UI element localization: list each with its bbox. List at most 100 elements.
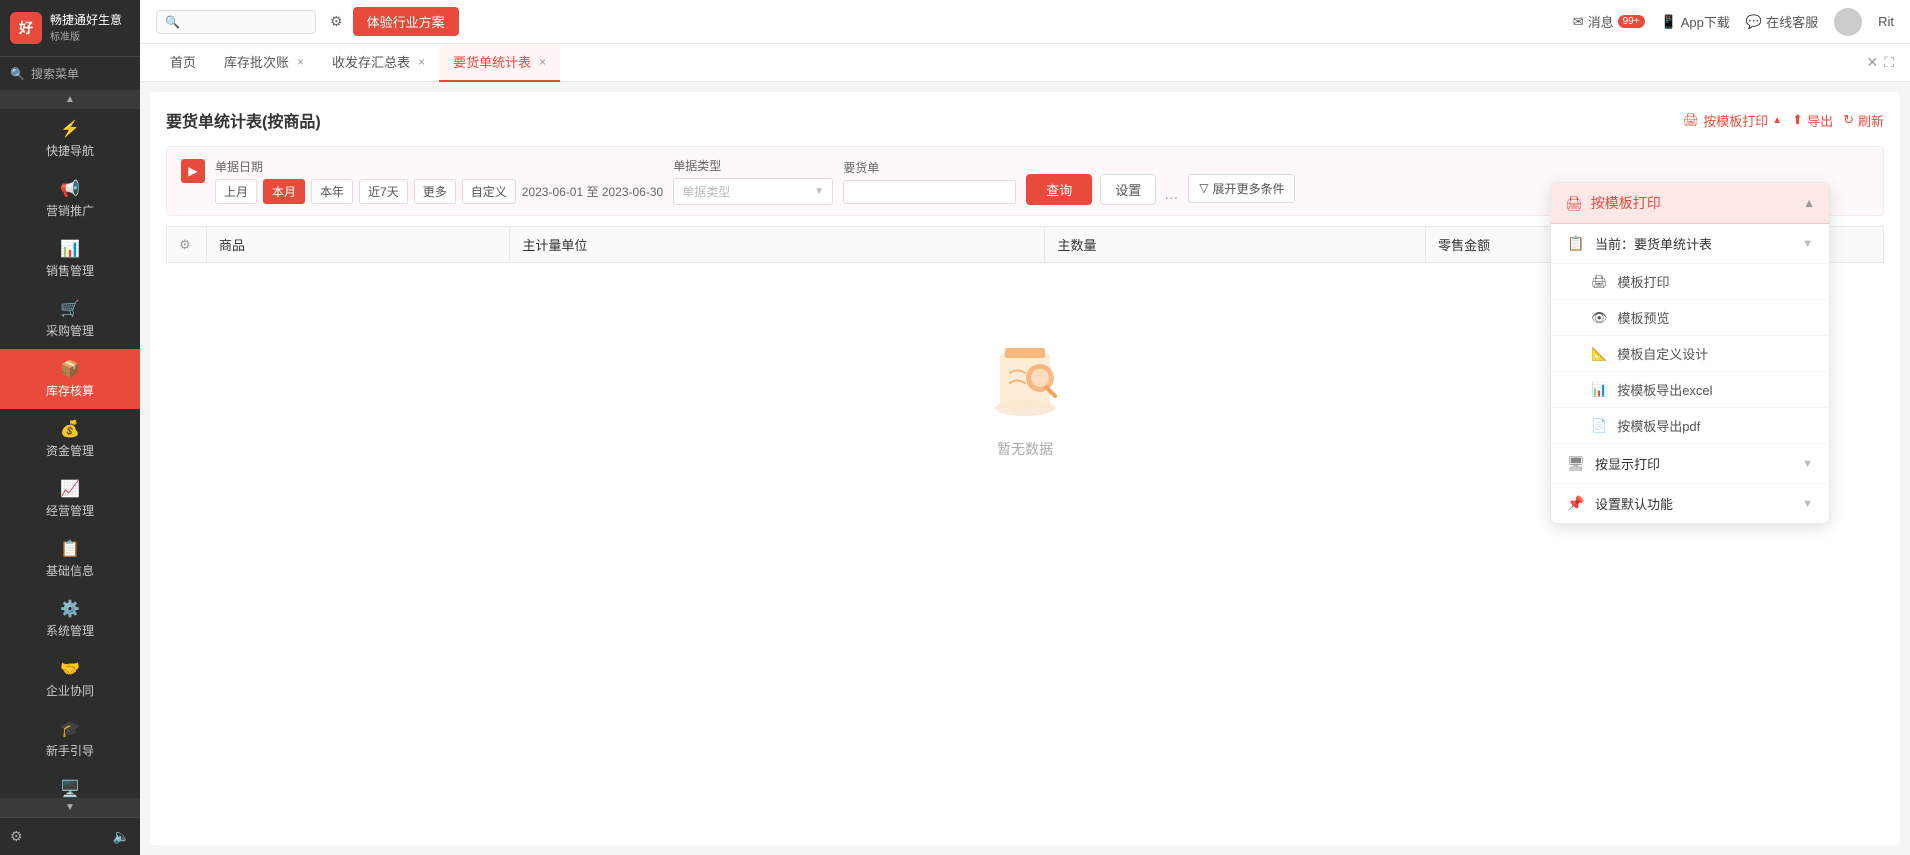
dropdown-template-preview-icon: 👁	[1591, 310, 1608, 326]
topbar: 🔍 ⚙ 体验行业方案 ✉ 消息 99+ 📱 App下载 💬 在线客服 Rit	[140, 0, 1910, 44]
dropdown-default-func[interactable]: 📌 设置默认功能 ▼	[1551, 484, 1829, 523]
sidebar-item-label-purchase: 采购管理	[46, 322, 94, 339]
tab-receipt-summary-close[interactable]: ×	[418, 55, 425, 69]
sidebar-item-label-inventory: 库存核算	[46, 382, 94, 399]
date-range: 2023-06-01 至 2023-06-30	[522, 183, 663, 200]
sidebar-audio-icon[interactable]: 🔈	[113, 828, 130, 845]
export-icon: ⬆	[1792, 112, 1803, 128]
basic-icon: 📋	[60, 539, 80, 559]
date-btn-more[interactable]: 更多	[414, 179, 456, 204]
dropdown-header: 🖨 按模板打印 ▲	[1551, 183, 1829, 224]
sidebar-item-label-finance: 资金管理	[46, 442, 94, 459]
date-btn-current-month[interactable]: 本月	[263, 179, 305, 204]
message-btn[interactable]: ✉ 消息 99+	[1573, 12, 1645, 31]
sidebar-item-sales[interactable]: 📊 销售管理	[0, 229, 140, 289]
content-inner: 要货单统计表(按商品) 🖨 按模板打印 ▲ ⬆ 导出 ↻ 刷新	[150, 92, 1900, 845]
sidebar-item-purchase[interactable]: 🛒 采购管理	[0, 289, 140, 349]
sidebar-item-label-quick-nav: 快捷导航	[46, 142, 94, 159]
tab-home[interactable]: 首页	[156, 44, 210, 82]
filter-order-type-group: 单据类型 单据类型 ▼	[673, 157, 833, 205]
inventory-icon: 📦	[60, 359, 80, 379]
date-btn-last-7-days[interactable]: 近7天	[359, 179, 408, 204]
date-btn-current-year[interactable]: 本年	[311, 179, 353, 204]
tab-inventory-batch-close[interactable]: ×	[297, 55, 304, 69]
dropdown-template-custom[interactable]: 📐 模板自定义设计	[1551, 336, 1829, 372]
tabs-bar: 首页 库存批次账 × 收发存汇总表 × 要货单统计表 × ✕ ⛶	[140, 44, 1910, 82]
empty-icon	[975, 323, 1075, 423]
table-col-unit: 主计量单位	[510, 227, 1045, 263]
tabs-close-all-icon[interactable]: ✕	[1866, 54, 1878, 71]
filter-expand-btn[interactable]: ▶	[181, 159, 205, 183]
sidebar-item-appstore[interactable]: 🖥️ 应用中心	[0, 769, 140, 798]
expand-more-btn[interactable]: ▽ 展开更多条件	[1188, 174, 1295, 203]
tabs-maximize-icon[interactable]: ⛶	[1884, 54, 1894, 71]
date-btn-custom[interactable]: 自定义	[462, 179, 516, 204]
content-area: 要货单统计表(按商品) 🖨 按模板打印 ▲ ⬆ 导出 ↻ 刷新	[140, 82, 1910, 855]
filter-goods-input[interactable]	[843, 180, 1016, 204]
dropdown-current-template[interactable]: 📋 当前：要货单统计表 ▼	[1551, 224, 1829, 264]
sidebar-item-inventory[interactable]: 📦 库存核算	[0, 349, 140, 409]
online-service-btn[interactable]: 💬 在线客服	[1746, 12, 1818, 31]
dropdown-current-template-label: 当前：要货单统计表	[1595, 234, 1712, 253]
sidebar-item-operation[interactable]: 📈 经营管理	[0, 469, 140, 529]
dropdown-default-func-icon: 📌	[1567, 495, 1585, 512]
query-btn[interactable]: 查询	[1026, 174, 1092, 205]
guide-icon: 🎓	[60, 719, 80, 739]
more-options-icon[interactable]: ···	[1164, 189, 1178, 205]
sidebar-item-quick-nav[interactable]: ⚡ 快捷导航	[0, 109, 140, 169]
dropdown-template-print[interactable]: 🖨 模板打印	[1551, 264, 1829, 300]
dropdown-template-excel[interactable]: 📊 按模板导出excel	[1551, 372, 1829, 408]
sidebar-item-corp[interactable]: 🤝 企业协同	[0, 649, 140, 709]
print-btn[interactable]: 🖨 按模板打印 ▲	[1683, 111, 1782, 130]
dropdown-collapse-icon[interactable]: ▲	[1803, 196, 1815, 210]
sidebar-item-marketing[interactable]: 📢 营销推广	[0, 169, 140, 229]
sidebar-item-label-marketing: 营销推广	[46, 202, 94, 219]
settings-btn[interactable]: 设置	[1100, 174, 1156, 205]
dropdown-template-custom-icon: 📐	[1591, 346, 1607, 362]
trial-btn[interactable]: 体验行业方案	[353, 7, 459, 36]
tab-home-label: 首页	[170, 52, 196, 71]
sidebar-item-system[interactable]: ⚙️ 系统管理	[0, 589, 140, 649]
search-menu[interactable]: 🔍 搜索菜单	[0, 57, 140, 90]
sidebar-settings-icon[interactable]: ⚙	[10, 828, 23, 845]
topbar-search[interactable]: 🔍	[156, 10, 316, 34]
table-col-quantity: 主数量	[1045, 227, 1426, 263]
dropdown-template-preview[interactable]: 👁 模板预览	[1551, 300, 1829, 336]
sidebar-item-label-system: 系统管理	[46, 622, 94, 639]
tab-order-stats-close[interactable]: ×	[539, 55, 546, 69]
app-name-block: 畅捷通好生意 标准版	[50, 13, 122, 44]
filter-date-group: 单据日期 上月 本月 本年 近7天 更多 自定义 2023-06-01 至 20…	[215, 158, 663, 204]
sidebar: 好 畅捷通好生意 标准版 🔍 搜索菜单 ▲ ⚡ 快捷导航 📢 营销推广 📊 销售…	[0, 0, 140, 855]
dropdown-display-print[interactable]: 🖥 按显示打印 ▼	[1551, 444, 1829, 484]
tab-order-stats[interactable]: 要货单统计表 ×	[439, 44, 560, 82]
topbar-gear-icon[interactable]: ⚙	[330, 13, 343, 30]
avatar[interactable]	[1834, 8, 1862, 36]
message-icon: ✉	[1573, 14, 1584, 30]
tab-inventory-batch[interactable]: 库存批次账 ×	[210, 44, 318, 82]
system-icon: ⚙️	[60, 599, 80, 619]
filter-date-label: 单据日期	[215, 158, 663, 175]
table-settings-icon[interactable]: ⚙	[179, 237, 191, 252]
logo-icon: 好	[10, 12, 42, 44]
dropdown-template-pdf[interactable]: 📄 按模板导出pdf	[1551, 408, 1829, 444]
date-btn-last-month[interactable]: 上月	[215, 179, 257, 204]
app-download-btn[interactable]: 📱 App下载	[1661, 12, 1730, 31]
empty-text: 暂无数据	[997, 439, 1053, 459]
sidebar-scroll-up[interactable]: ▲	[0, 90, 140, 109]
filter-order-type-select[interactable]: 单据类型 ▼	[673, 178, 833, 205]
dropdown-display-print-label: 按显示打印	[1595, 454, 1660, 473]
finance-icon: 💰	[60, 419, 80, 439]
refresh-btn[interactable]: ↻ 刷新	[1843, 111, 1884, 130]
sidebar-item-basic[interactable]: 📋 基础信息	[0, 529, 140, 589]
sidebar-scroll-down[interactable]: ▼	[0, 798, 140, 817]
export-btn[interactable]: ⬆ 导出	[1792, 111, 1833, 130]
sidebar-item-label-basic: 基础信息	[46, 562, 94, 579]
print-btn-label: 按模板打印	[1703, 111, 1768, 130]
filter-goods-label-group: 要货单	[843, 159, 1016, 204]
filter-goods-label: 要货单	[843, 159, 1016, 176]
sidebar-item-finance[interactable]: 💰 资金管理	[0, 409, 140, 469]
dropdown-header-left: 🖨 按模板打印	[1565, 193, 1661, 213]
tab-receipt-summary[interactable]: 收发存汇总表 ×	[318, 44, 439, 82]
filter-order-type-dropdown-icon: ▼	[814, 186, 824, 197]
sidebar-item-guide[interactable]: 🎓 新手引导	[0, 709, 140, 769]
